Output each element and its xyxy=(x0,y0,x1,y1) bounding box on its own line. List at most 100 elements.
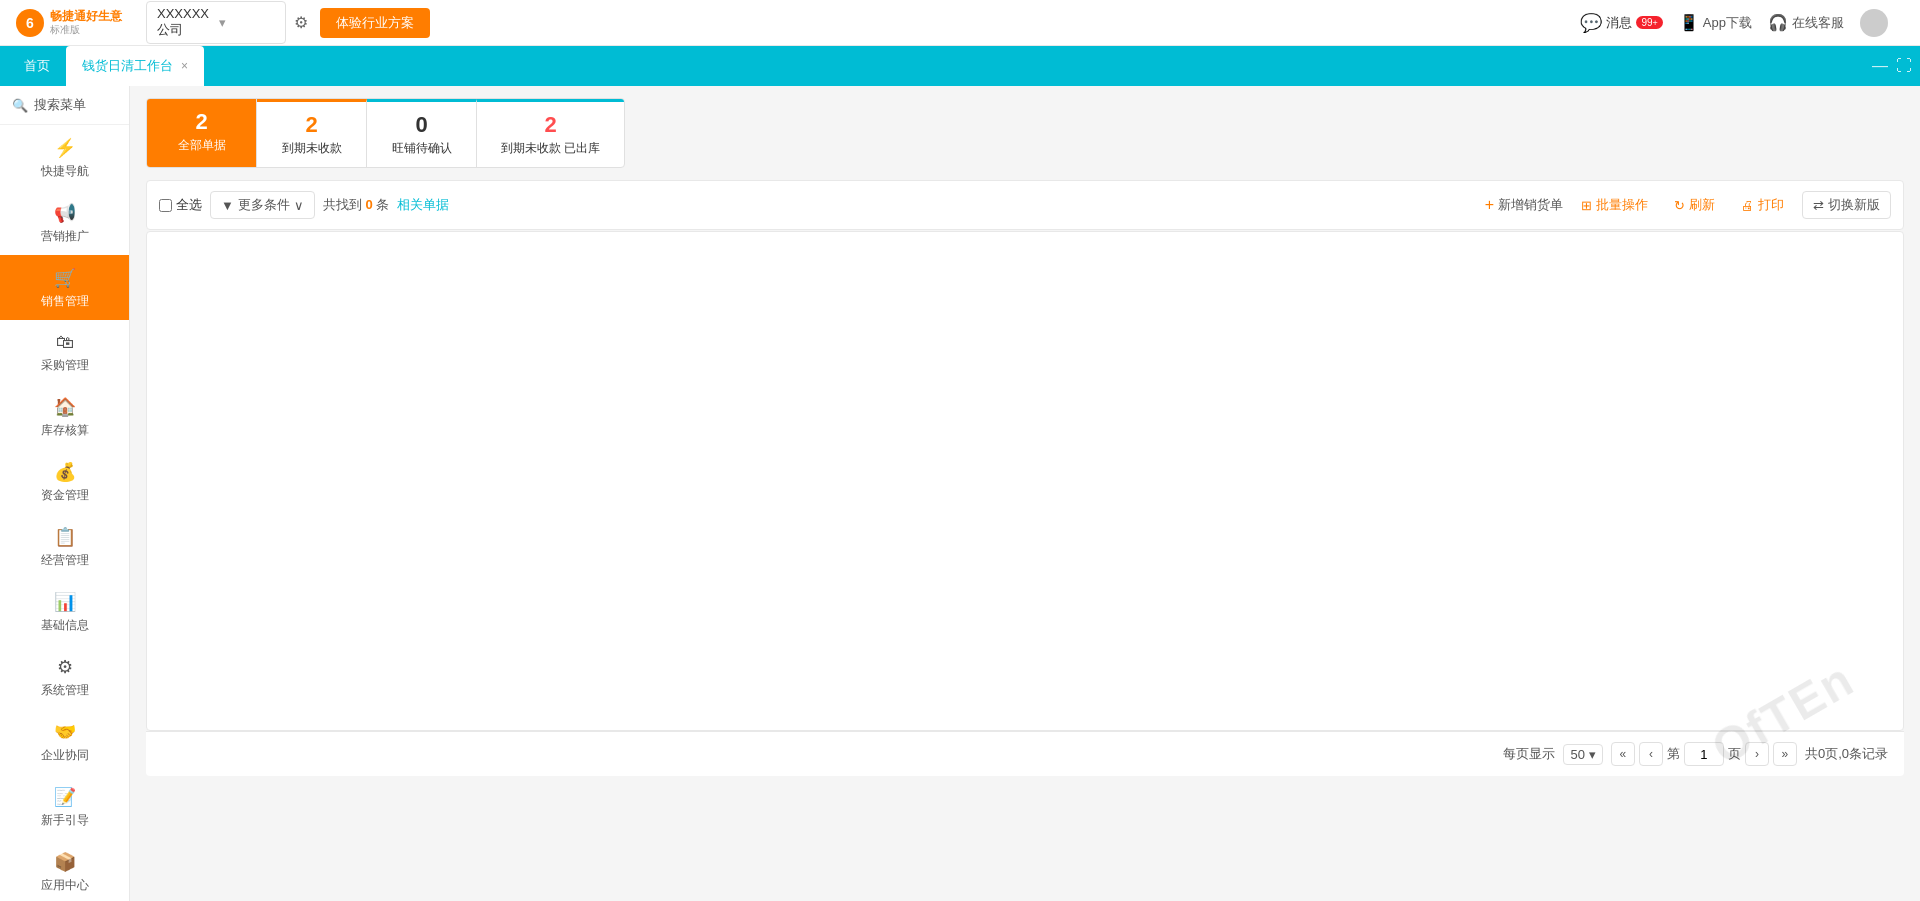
page-input[interactable] xyxy=(1684,742,1724,766)
first-page-btn[interactable]: « xyxy=(1611,742,1635,766)
marketing-icon: 📢 xyxy=(54,202,76,224)
add-order-label: 新增销货单 xyxy=(1498,196,1563,214)
switch-icon: ⇄ xyxy=(1813,198,1824,213)
message-badge: 99+ xyxy=(1636,16,1662,29)
per-page-select[interactable]: 50 ▾ xyxy=(1563,744,1602,765)
company-selector[interactable]: XXXXXX公司 ▾ xyxy=(146,1,286,44)
sidebar-item-finance[interactable]: 💰 资金管理 xyxy=(0,449,129,514)
sidebar-item-label: 快捷导航 xyxy=(41,163,89,180)
prev-page-icon: ‹ xyxy=(1649,747,1653,761)
sidebar-item-inventory[interactable]: 🏠 库存核算 xyxy=(0,384,129,449)
per-page-value: 50 xyxy=(1570,747,1584,762)
print-label: 打印 xyxy=(1758,196,1784,214)
prev-page-btn[interactable]: ‹ xyxy=(1639,742,1663,766)
sidebar-item-label: 采购管理 xyxy=(41,357,89,374)
sidebar-item-marketing[interactable]: 📢 营销推广 xyxy=(0,190,129,255)
last-page-icon: » xyxy=(1782,747,1789,761)
tab-active[interactable]: 钱货日清工作台 × xyxy=(66,46,204,86)
app-logo: 6 畅捷通好生意 标准版 xyxy=(16,9,146,37)
stats-tab-overdue-shipped[interactable]: 2 到期未收款 已出库 xyxy=(477,99,624,167)
toolbar-left: 全选 ▼ 更多条件 ∨ 共找到 0 条 相关单据 xyxy=(159,191,1477,219)
sidebar-search[interactable]: 🔍 搜索菜单 xyxy=(0,86,129,125)
sidebar-item-guide[interactable]: 📝 新手引导 xyxy=(0,774,129,839)
sidebar-item-operations[interactable]: 📋 经营管理 xyxy=(0,514,129,579)
sidebar-item-label: 销售管理 xyxy=(41,293,89,310)
add-order-btn[interactable]: + 新增销货单 xyxy=(1485,196,1563,214)
experience-btn[interactable]: 体验行业方案 xyxy=(320,8,430,38)
avatar[interactable] xyxy=(1860,9,1888,37)
sidebar-item-label: 新手引导 xyxy=(41,812,89,829)
print-btn[interactable]: 🖨 打印 xyxy=(1733,192,1792,218)
topbar: 6 畅捷通好生意 标准版 XXXXXX公司 ▾ ⚙ 体验行业方案 💬 消息 99… xyxy=(0,0,1920,46)
basic-info-icon: 📊 xyxy=(54,591,76,613)
online-service-btn[interactable]: 🎧 在线客服 xyxy=(1768,13,1844,32)
sidebar-item-label: 经营管理 xyxy=(41,552,89,569)
logo-icon: 6 xyxy=(16,9,44,37)
stats-tab-pending[interactable]: 0 旺铺待确认 xyxy=(367,99,477,167)
switch-version-btn[interactable]: ⇄ 切换新版 xyxy=(1802,191,1891,219)
layout: 🔍 搜索菜单 ⚡ 快捷导航 📢 营销推广 🛒 销售管理 🛍 采购管理 🏠 库存核… xyxy=(0,86,1920,901)
sidebar-item-quick-nav[interactable]: ⚡ 快捷导航 xyxy=(0,125,129,190)
table-area xyxy=(146,231,1904,731)
toolbar-right: + 新增销货单 ⊞ 批量操作 ↻ 刷新 🖨 打印 xyxy=(1485,191,1891,219)
search-icon: 🔍 xyxy=(12,98,28,113)
message-btn[interactable]: 💬 消息 99+ xyxy=(1580,12,1662,34)
related-orders-link[interactable]: 相关单据 xyxy=(397,196,449,214)
page-nav: « ‹ 第 页 › » xyxy=(1611,742,1797,766)
sales-icon: 🛒 xyxy=(54,267,76,289)
switch-label: 切换新版 xyxy=(1828,196,1880,214)
batch-icon: ⊞ xyxy=(1581,198,1592,213)
settings-icon[interactable]: ⚙ xyxy=(294,13,308,32)
nav-minimize-btn[interactable]: — xyxy=(1872,57,1888,75)
app-name: 畅捷通好生意 xyxy=(50,9,122,23)
inventory-icon: 🏠 xyxy=(54,396,76,418)
select-all-input[interactable] xyxy=(159,199,172,212)
sidebar-item-purchase[interactable]: 🛍 采购管理 xyxy=(0,320,129,384)
batch-btn[interactable]: ⊞ 批量操作 xyxy=(1573,192,1656,218)
next-page-icon: › xyxy=(1755,747,1759,761)
stats-tab-all[interactable]: 2 全部单据 xyxy=(147,99,257,167)
purchase-icon: 🛍 xyxy=(56,332,74,353)
sidebar-item-label: 库存核算 xyxy=(41,422,89,439)
page-label: 第 xyxy=(1667,745,1680,763)
sidebar-item-app-center[interactable]: 📦 应用中心 xyxy=(0,839,129,901)
tab-close-icon[interactable]: × xyxy=(181,59,188,73)
tab-home[interactable]: 首页 xyxy=(8,46,66,86)
filter-chevron: ∨ xyxy=(294,198,304,213)
company-dropdown-arrow: ▾ xyxy=(219,15,275,30)
per-page-arrow: ▾ xyxy=(1589,747,1596,762)
next-page-btn[interactable]: › xyxy=(1745,742,1769,766)
sidebar-item-label: 资金管理 xyxy=(41,487,89,504)
batch-label: 批量操作 xyxy=(1596,196,1648,214)
refresh-btn[interactable]: ↻ 刷新 xyxy=(1666,192,1723,218)
sidebar-item-label: 营销推广 xyxy=(41,228,89,245)
select-all-checkbox[interactable]: 全选 xyxy=(159,196,202,214)
select-all-label: 全选 xyxy=(176,196,202,214)
total-label: 共0页,0条记录 xyxy=(1805,745,1888,763)
nav-tabs: 首页 钱货日清工作台 × — ⛶ xyxy=(0,46,1920,86)
filter-btn[interactable]: ▼ 更多条件 ∨ xyxy=(210,191,315,219)
refresh-label: 刷新 xyxy=(1689,196,1715,214)
nav-maximize-btn[interactable]: ⛶ xyxy=(1896,57,1912,75)
page-suffix: 页 xyxy=(1728,745,1741,763)
sidebar-item-label: 基础信息 xyxy=(41,617,89,634)
sidebar-item-sales[interactable]: 🛒 销售管理 xyxy=(0,255,129,320)
sidebar-item-basic-info[interactable]: 📊 基础信息 xyxy=(0,579,129,644)
sidebar-item-system[interactable]: ⚙ 系统管理 xyxy=(0,644,129,709)
sidebar-item-label: 应用中心 xyxy=(41,877,89,894)
service-label: 在线客服 xyxy=(1792,14,1844,32)
app-download-btn[interactable]: 📱 App下载 xyxy=(1679,13,1752,32)
print-icon: 🖨 xyxy=(1741,198,1754,213)
filter-label: 更多条件 xyxy=(238,196,290,214)
first-page-icon: « xyxy=(1620,747,1627,761)
stats-tab-overdue[interactable]: 2 到期未收款 xyxy=(257,99,367,167)
stats-tabs: 2 全部单据 2 到期未收款 0 旺铺待确认 2 到期未收款 已出库 xyxy=(146,98,625,168)
topbar-right: 💬 消息 99+ 📱 App下载 🎧 在线客服 xyxy=(1580,9,1904,37)
found-count: 0 xyxy=(366,197,373,212)
found-text: 共找到 0 条 xyxy=(323,196,389,214)
app-center-icon: 📦 xyxy=(54,851,76,873)
last-page-btn[interactable]: » xyxy=(1773,742,1797,766)
sidebar-item-enterprise[interactable]: 🤝 企业协同 xyxy=(0,709,129,774)
pagination: 每页显示 50 ▾ « ‹ 第 页 › xyxy=(146,731,1904,776)
quick-nav-icon: ⚡ xyxy=(54,137,76,159)
